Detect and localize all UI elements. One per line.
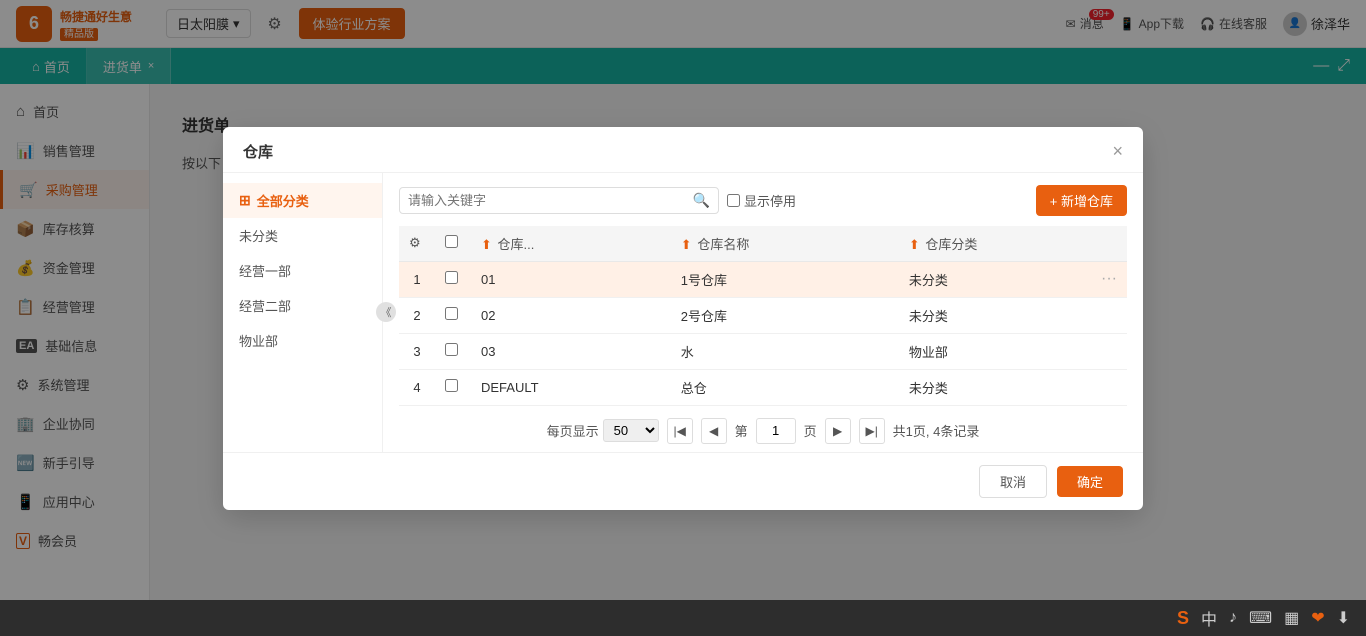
category-item-ops1[interactable]: 经营一部 (223, 253, 382, 288)
row-name-1: 1号仓库 (671, 261, 899, 297)
taskbar-icon-heart[interactable]: ❤ (1311, 608, 1324, 628)
taskbar-icon-cn[interactable]: 中 (1201, 606, 1217, 630)
first-page-button[interactable]: |◀ (667, 418, 693, 444)
modal-title: 仓库 (243, 141, 273, 162)
row-num-1: 1 (399, 261, 435, 297)
last-page-button[interactable]: ▶| (859, 418, 885, 444)
table-row[interactable]: 3 03 水 物业部 (399, 333, 1127, 369)
select-all-checkbox[interactable] (445, 235, 458, 248)
th-code: ⬆ 仓库... (471, 226, 671, 262)
table-area: 🔍 显示停用 + 新增仓库 ⚙ ⬆ (383, 173, 1143, 452)
row-num-4: 4 (399, 369, 435, 405)
table-header-row: ⚙ ⬆ 仓库... ⬆ 仓库名称 ⬆ (399, 226, 1127, 262)
th-name: ⬆ 仓库名称 (671, 226, 899, 262)
category-label-3: 物业部 (239, 334, 278, 349)
table-row[interactable]: 4 DEFAULT 总仓 未分类 (399, 369, 1127, 405)
table-toolbar: 🔍 显示停用 + 新增仓库 (399, 185, 1127, 216)
taskbar-icon-s[interactable]: S (1177, 608, 1189, 629)
category-label-1: 经营一部 (239, 264, 291, 279)
page-suffix: 页 (804, 421, 817, 440)
row-cat-4: 未分类 (899, 369, 1127, 405)
page-label: 第 (735, 421, 748, 440)
next-page-button[interactable]: ▶ (825, 418, 851, 444)
category-all-label: 全部分类 (257, 191, 309, 210)
modal-close-button[interactable]: × (1112, 141, 1123, 162)
modal-body: ⊞ 全部分类 未分类 经营一部 经营二部 物业部 《 (223, 173, 1143, 452)
grid-icon: ⊞ (239, 192, 251, 209)
row-name-4: 总仓 (671, 369, 899, 405)
row-num-2: 2 (399, 297, 435, 333)
page-size-area: 每页显示 50 20 100 (547, 419, 659, 442)
category-label-0: 未分类 (239, 229, 278, 244)
row-name-2: 2号仓库 (671, 297, 899, 333)
sort-icon-cat: ⬆ (909, 237, 920, 252)
category-collapse-button[interactable]: 《 (376, 302, 396, 322)
per-page-label: 每页显示 (547, 421, 599, 440)
row-code-4: DEFAULT (471, 369, 671, 405)
warehouse-table: ⚙ ⬆ 仓库... ⬆ 仓库名称 ⬆ (399, 226, 1127, 406)
row-cat-1: 未分类 ··· (899, 261, 1127, 297)
category-sidebar: ⊞ 全部分类 未分类 经营一部 经营二部 物业部 《 (223, 173, 383, 452)
row-code-3: 03 (471, 333, 671, 369)
table-row[interactable]: 2 02 2号仓库 未分类 (399, 297, 1127, 333)
show-disabled-text: 显示停用 (744, 191, 796, 210)
prev-page-button[interactable]: ◀ (701, 418, 727, 444)
row-code-1: 01 (471, 261, 671, 297)
th-category: ⬆ 仓库分类 (899, 226, 1127, 262)
modal-overlay: 仓库 × ⊞ 全部分类 未分类 经营一部 经营二部 (0, 0, 1366, 636)
row-actions-1[interactable]: ··· (1101, 270, 1117, 288)
settings-icon: ⚙ (409, 235, 421, 250)
taskbar: S 中 ♪ ⌨ ▦ ❤ ⬇ (0, 600, 1366, 636)
sort-icon-name: ⬆ (681, 237, 692, 252)
row-checkbox-4 (435, 369, 471, 405)
sort-icon: ⬆ (481, 237, 492, 252)
category-item-ops2[interactable]: 经营二部 (223, 288, 382, 323)
taskbar-icon-keyboard[interactable]: ⌨ (1249, 608, 1272, 628)
search-input[interactable] (408, 193, 693, 208)
confirm-button[interactable]: 确定 (1057, 466, 1123, 497)
cancel-button[interactable]: 取消 (979, 465, 1047, 498)
row-num-3: 3 (399, 333, 435, 369)
row-checkbox-3 (435, 333, 471, 369)
row-cat-2: 未分类 (899, 297, 1127, 333)
search-icon[interactable]: 🔍 (693, 192, 710, 209)
th-settings: ⚙ (399, 226, 435, 262)
show-disabled-label: 显示停用 (727, 191, 796, 210)
taskbar-icon-music[interactable]: ♪ (1229, 609, 1237, 627)
row-code-2: 02 (471, 297, 671, 333)
category-label-2: 经营二部 (239, 299, 291, 314)
add-warehouse-button[interactable]: + 新增仓库 (1036, 185, 1127, 216)
category-all-item[interactable]: ⊞ 全部分类 (223, 183, 382, 218)
modal-header: 仓库 × (223, 127, 1143, 173)
taskbar-icon-down[interactable]: ⬇ (1337, 608, 1350, 628)
row-name-3: 水 (671, 333, 899, 369)
table-row[interactable]: 1 01 1号仓库 未分类 ··· (399, 261, 1127, 297)
show-disabled-checkbox[interactable] (727, 194, 740, 207)
row-checkbox-2 (435, 297, 471, 333)
th-checkbox (435, 226, 471, 262)
search-box: 🔍 (399, 187, 719, 214)
taskbar-icon-grid[interactable]: ▦ (1284, 608, 1299, 628)
category-item-property[interactable]: 物业部 (223, 323, 382, 358)
warehouse-modal: 仓库 × ⊞ 全部分类 未分类 经营一部 经营二部 (223, 127, 1143, 510)
per-page-select[interactable]: 50 20 100 (603, 419, 659, 442)
page-input[interactable] (756, 418, 796, 444)
pagination: 每页显示 50 20 100 |◀ ◀ 第 页 ▶ ▶| 共1页, 4条记录 (399, 406, 1127, 452)
row-checkbox-1 (435, 261, 471, 297)
row-cat-3: 物业部 (899, 333, 1127, 369)
modal-footer: 取消 确定 (223, 452, 1143, 510)
category-item-unclassified[interactable]: 未分类 (223, 218, 382, 253)
total-info: 共1页, 4条记录 (893, 421, 980, 440)
